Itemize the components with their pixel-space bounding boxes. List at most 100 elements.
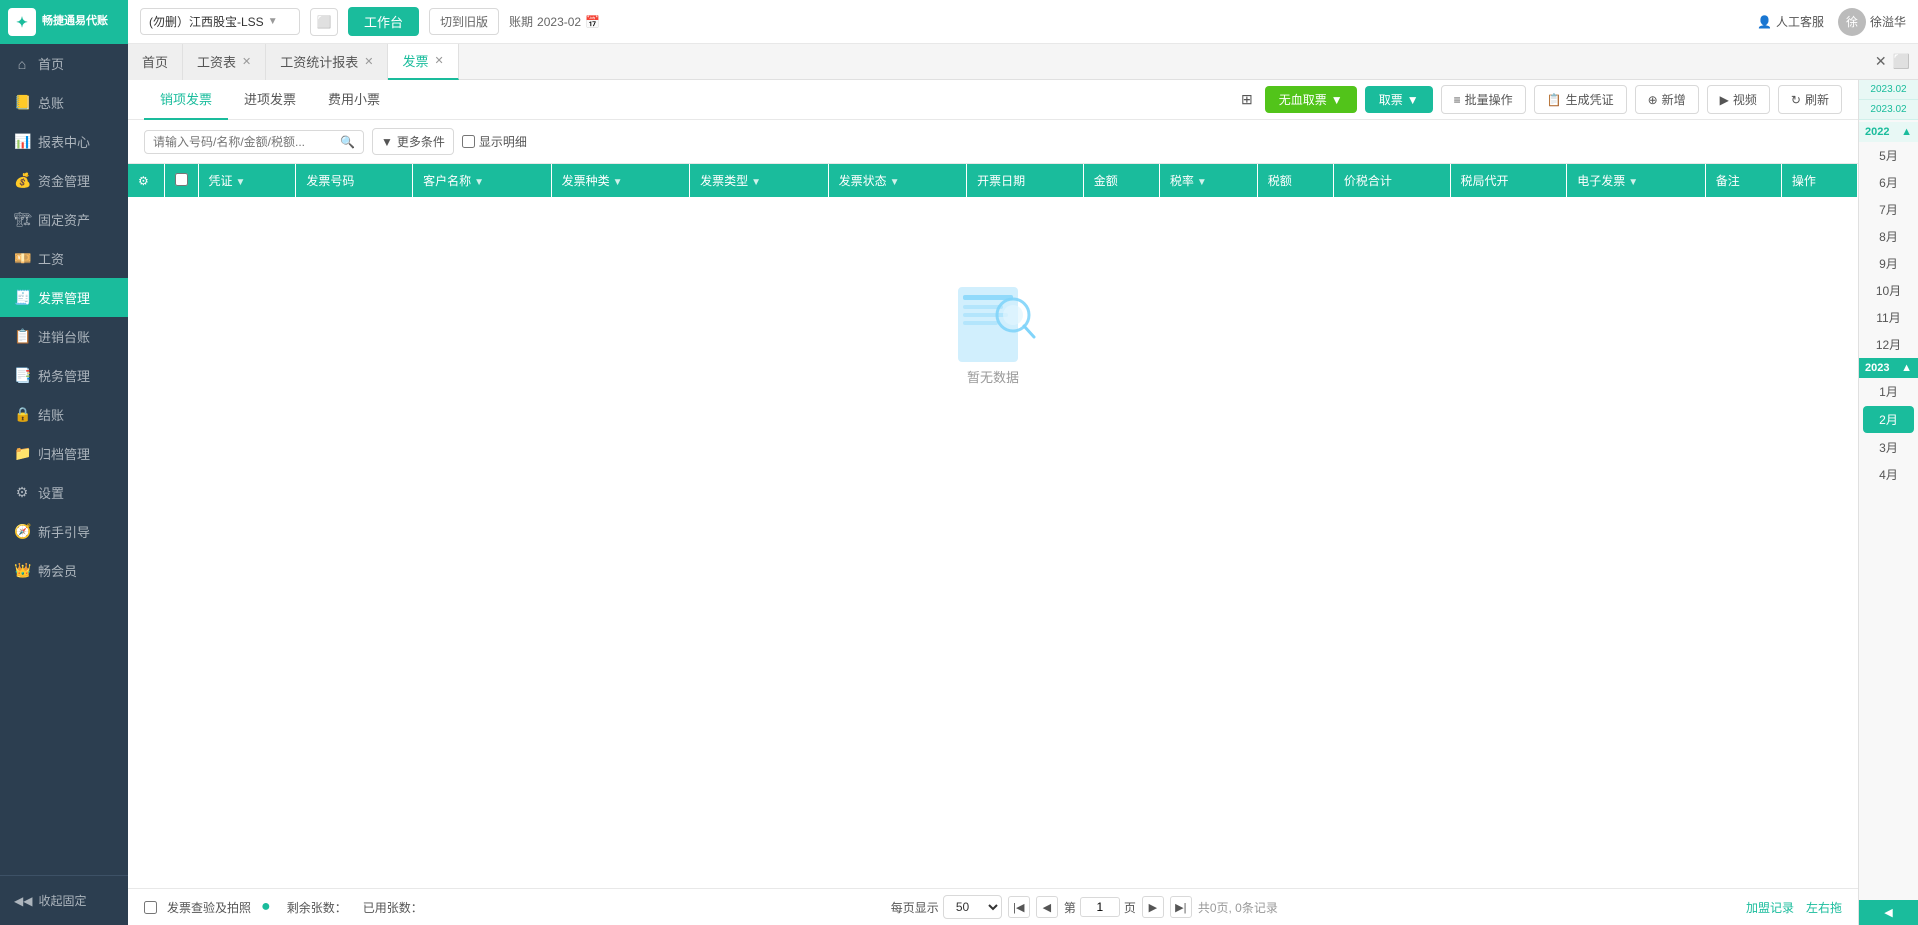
customer-service[interactable]: 👤 人工客服 (1757, 13, 1824, 30)
sidebar-item-salary[interactable]: 💴 工资 (0, 239, 128, 278)
tab-home[interactable]: 首页 (128, 44, 183, 80)
tab-invoice[interactable]: 发票 ✕ (388, 44, 458, 80)
tab-invoice-label: 发票 (402, 51, 428, 70)
date-panel-collapse-btn[interactable]: ◀ (1859, 900, 1918, 925)
month-2022-08[interactable]: 8月 (1859, 223, 1918, 250)
month-2023-02[interactable]: 2月 (1863, 406, 1914, 433)
sidebar-item-sales[interactable]: 📋 进销台账 (0, 317, 128, 356)
sidebar-item-closing[interactable]: 🔒 结账 (0, 395, 128, 434)
year-header-2022[interactable]: 2022 ▲ (1859, 122, 1918, 142)
guide-icon: 🧭 (14, 523, 30, 540)
take-ticket-btn[interactable]: 取票 ▼ (1365, 86, 1433, 113)
sidebar-item-member[interactable]: 👑 畅会员 (0, 551, 128, 590)
subtab-purchase-invoice[interactable]: 进项发票 (228, 80, 312, 120)
video-btn[interactable]: ▶ 视频 (1707, 85, 1770, 114)
month-2022-07[interactable]: 7月 (1859, 196, 1918, 223)
th-checkbox[interactable] (164, 164, 198, 197)
sidebar-item-ledger[interactable]: 📒 总账 (0, 83, 128, 122)
more-conditions-btn[interactable]: ▼ 更多条件 (372, 128, 454, 155)
month-2023-03[interactable]: 3月 (1859, 434, 1918, 461)
sidebar-item-settings[interactable]: ⚙ 设置 (0, 473, 128, 512)
period-icon: 📅 (585, 15, 600, 29)
year-header-2023[interactable]: 2023 ▲ (1859, 358, 1918, 378)
month-2023-01[interactable]: 1月 (1859, 378, 1918, 405)
th-settings[interactable]: ⚙ (128, 164, 164, 197)
next-page-btn[interactable]: ▶ (1142, 896, 1164, 918)
sidebar-label-funds: 资金管理 (38, 171, 90, 190)
page-size-dropdown[interactable]: 50 10 20 100 (943, 895, 1002, 919)
sidebar-item-tax[interactable]: 📑 税务管理 (0, 356, 128, 395)
logo-icon: ✦ (8, 8, 36, 36)
th-total: 价税合计 (1333, 164, 1450, 197)
last-page-btn[interactable]: ▶| (1170, 896, 1192, 918)
show-detail-checkbox[interactable] (462, 135, 475, 148)
switch-version-button[interactable]: 切到旧版 (429, 8, 499, 35)
tab-maximize[interactable]: ⬜ (1893, 53, 1910, 70)
workbench-button[interactable]: 工作台 (348, 7, 419, 36)
refresh-btn[interactable]: ↻ 刷新 (1778, 85, 1842, 114)
search-box[interactable]: 🔍 (144, 130, 364, 154)
invoice-check-label[interactable]: 发票查验及拍照 ● (144, 898, 271, 916)
join-record-link[interactable]: 加盟记录 (1746, 899, 1794, 916)
tab-salary-table-close[interactable]: ✕ (242, 55, 251, 68)
generate-voucher-btn[interactable]: 📋 生成凭证 (1534, 85, 1627, 114)
tab-salary-stats-close[interactable]: ✕ (364, 55, 373, 68)
sidebar-item-guide[interactable]: 🧭 新手引导 (0, 512, 128, 551)
remaining-label: 剩余张数： (287, 899, 347, 916)
grid-view-icon[interactable]: ⊞ (1237, 91, 1257, 108)
search-icon[interactable]: 🔍 (340, 135, 355, 149)
month-2022-11[interactable]: 11月 (1859, 304, 1918, 331)
month-2022-05[interactable]: 5月 (1859, 142, 1918, 169)
copy-button[interactable]: ⬜ (310, 8, 338, 36)
page-size-select[interactable]: 每页显示 50 10 20 100 (891, 895, 1002, 919)
sidebar-collapse-btn[interactable]: ◀◀ 收起固定 (0, 884, 128, 917)
sidebar-item-reports[interactable]: 📊 报表中心 (0, 122, 128, 161)
total-text: 共0页, 0条记录 (1198, 899, 1278, 916)
page-input[interactable] (1080, 897, 1120, 917)
subtab-expense-receipt[interactable]: 费用小票 (312, 80, 396, 120)
month-2022-06[interactable]: 6月 (1859, 169, 1918, 196)
th-invoice-category: 发票类型▼ (690, 164, 829, 197)
date-panel-scroll: 2022 ▲ 5月 6月 7月 8月 9月 10月 11月 12月 2023 (1859, 122, 1918, 900)
switch-drag-link[interactable]: 左右拖 (1806, 899, 1842, 916)
sidebar-label-invoice: 发票管理 (38, 288, 90, 307)
period-display: 账期 2023-02 📅 (509, 13, 600, 30)
invoice-check-checkbox[interactable] (144, 901, 157, 914)
ledger-icon: 📒 (14, 94, 30, 111)
tax-icon: 📑 (14, 367, 30, 384)
select-all-checkbox[interactable] (175, 173, 188, 186)
month-2022-10[interactable]: 10月 (1859, 277, 1918, 304)
copy-icon: ⬜ (317, 15, 332, 29)
month-2022-09[interactable]: 9月 (1859, 250, 1918, 277)
search-input[interactable] (153, 135, 336, 149)
no-tax-label: 无血取票 (1279, 91, 1327, 108)
no-tax-btn[interactable]: 无血取票 ▼ (1265, 86, 1357, 113)
first-page-btn[interactable]: |◀ (1008, 896, 1030, 918)
sidebar-item-funds[interactable]: 💰 资金管理 (0, 161, 128, 200)
check-dot: ● (261, 898, 271, 916)
subtab-sales-invoice[interactable]: 销项发票 (144, 80, 228, 120)
sidebar-item-home[interactable]: ⌂ 首页 (0, 44, 128, 83)
new-btn[interactable]: ⊕ 新增 (1635, 85, 1699, 114)
company-selector[interactable]: (勿删）江西股宝-LSS ▼ (140, 8, 300, 35)
tab-invoice-close[interactable]: ✕ (435, 54, 444, 67)
month-2022-12[interactable]: 12月 (1859, 331, 1918, 358)
month-2023-04[interactable]: 4月 (1859, 461, 1918, 488)
sub-tabs-right-toolbar: ⊞ 无血取票 ▼ 取票 ▼ ≡ 批量操作 📋 生成凭 (1237, 85, 1842, 114)
show-detail-toggle[interactable]: 显示明细 (462, 133, 527, 150)
th-invoice-status: 发票状态▼ (828, 164, 967, 197)
tab-salary-table[interactable]: 工资表 ✕ (183, 44, 266, 80)
tab-salary-stats[interactable]: 工资统计报表 ✕ (266, 44, 388, 80)
filter-icon: ▼ (381, 135, 393, 149)
tab-close-all[interactable]: ✕ (1875, 53, 1887, 70)
sidebar-item-invoice[interactable]: 🧾 发票管理 (0, 278, 128, 317)
sidebar-item-assets[interactable]: 🏗 固定资产 (0, 200, 128, 239)
user-profile[interactable]: 徐 徐溢华 (1838, 8, 1906, 36)
refresh-icon: ↻ (1791, 93, 1801, 107)
sidebar-item-archive[interactable]: 📁 归档管理 (0, 434, 128, 473)
batch-ops-btn[interactable]: ≡ 批量操作 (1441, 85, 1526, 114)
prev-page-btn[interactable]: ◀ (1036, 896, 1058, 918)
sidebar-label-sales: 进销台账 (38, 327, 90, 346)
tab-salary-table-label: 工资表 (197, 52, 236, 71)
subtab-expense-label: 费用小票 (328, 89, 380, 108)
